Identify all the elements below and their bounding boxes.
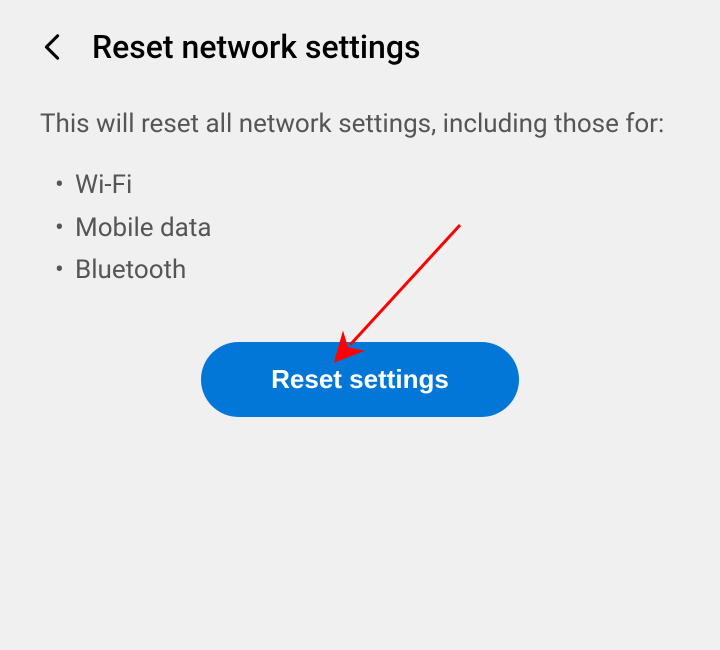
settings-list: Wi-Fi Mobile data Bluetooth xyxy=(40,164,680,293)
reset-settings-button[interactable]: Reset settings xyxy=(201,342,519,417)
list-item: Wi-Fi xyxy=(75,164,680,207)
description-text: This will reset all network settings, in… xyxy=(40,106,680,144)
button-container: Reset settings xyxy=(40,342,680,417)
header: Reset network settings xyxy=(0,0,720,86)
list-item: Bluetooth xyxy=(75,249,680,292)
list-item: Mobile data xyxy=(75,207,680,250)
content-area: This will reset all network settings, in… xyxy=(0,86,720,437)
back-icon[interactable] xyxy=(40,35,64,59)
page-title: Reset network settings xyxy=(92,28,420,66)
